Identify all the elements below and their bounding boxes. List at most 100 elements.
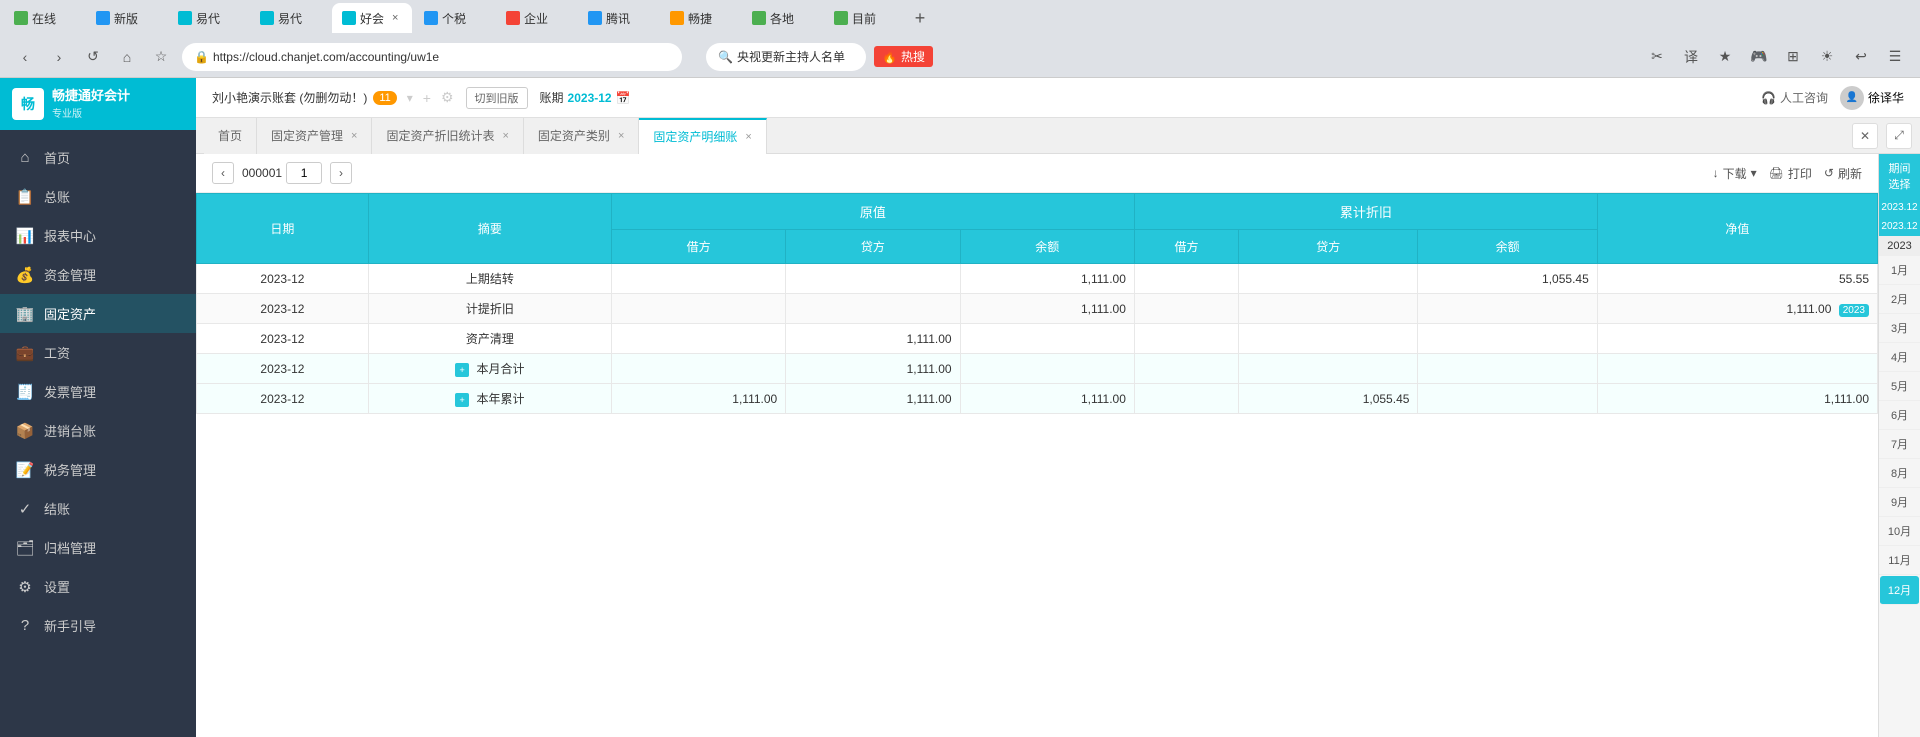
sidebar-item-archive[interactable]: 🗂 归档管理 bbox=[0, 528, 196, 567]
th-summary: 摘要 bbox=[368, 194, 611, 264]
game-icon[interactable]: 🎮 bbox=[1746, 44, 1772, 70]
page-number-display: 000001 bbox=[242, 162, 322, 184]
tab-asset-category[interactable]: 固定资产类别 × bbox=[524, 118, 639, 154]
tab-asset-detail-ledger[interactable]: 固定资产明细账 × bbox=[639, 118, 766, 154]
print-button[interactable]: 🖨 打印 bbox=[1769, 165, 1812, 182]
sidebar-item-invoice[interactable]: 🧾 发票管理 bbox=[0, 372, 196, 411]
browser-tab-1[interactable]: 在线 bbox=[4, 3, 84, 33]
browser-tab-4[interactable]: 易代 bbox=[250, 3, 330, 33]
sidebar-item-inventory[interactable]: 📦 进销台账 bbox=[0, 411, 196, 450]
tab-home[interactable]: 首页 bbox=[204, 118, 257, 154]
undo-icon[interactable]: ↩ bbox=[1848, 44, 1874, 70]
grid-icon[interactable]: ⊞ bbox=[1780, 44, 1806, 70]
service-button[interactable]: 🎧 人工咨询 bbox=[1761, 89, 1828, 106]
period-header-select: 选择 bbox=[1881, 176, 1918, 192]
browser-tab-close-5[interactable]: × bbox=[392, 12, 398, 24]
period-month-8[interactable]: 8月 bbox=[1879, 459, 1920, 488]
browser-tab-6[interactable]: 个税 bbox=[414, 3, 494, 33]
browser-tab-3[interactable]: 易代 bbox=[168, 3, 248, 33]
period-month-5[interactable]: 5月 bbox=[1879, 372, 1920, 401]
tab-favicon-9 bbox=[670, 11, 684, 25]
th-dep-credit: 贷方 bbox=[1239, 230, 1418, 264]
main-content: 刘小艳演示账套 (勿删勿动！) 11 ▾ + ⚙ 切到旧版 账期 2023-12… bbox=[196, 78, 1920, 737]
period-month-1[interactable]: 1月 bbox=[1879, 256, 1920, 285]
new-tab-button[interactable]: + bbox=[906, 4, 934, 32]
settings-small-icon[interactable]: ⚙ bbox=[441, 89, 454, 106]
sidebar-item-tax[interactable]: 📝 税务管理 bbox=[0, 450, 196, 489]
tab-depreciation-stats[interactable]: 固定资产折旧统计表 × bbox=[372, 118, 523, 154]
address-input[interactable]: 🔒 https://cloud.chanjet.com/accounting/u… bbox=[182, 43, 682, 71]
tab-favicon-7 bbox=[506, 11, 520, 25]
expand-content-button[interactable]: ⤢ bbox=[1886, 123, 1912, 149]
browser-tab-10[interactable]: 各地 bbox=[742, 3, 822, 33]
row5-summary-text: 本年累计 bbox=[477, 392, 525, 406]
period-date-2[interactable]: 2023.12 bbox=[1879, 217, 1920, 236]
period-month-2[interactable]: 2月 bbox=[1879, 285, 1920, 314]
row3-orig-debit bbox=[611, 324, 785, 354]
period-month-12[interactable]: 12月 bbox=[1880, 576, 1919, 605]
forward-button[interactable]: › bbox=[46, 44, 72, 70]
reload-button[interactable]: ↺ bbox=[80, 44, 106, 70]
sidebar-item-home[interactable]: ⌂ 首页 bbox=[0, 138, 196, 177]
home-button[interactable]: ⌂ bbox=[114, 44, 140, 70]
scissors-icon[interactable]: ✂ bbox=[1644, 44, 1670, 70]
download-icon: ↓ bbox=[1713, 166, 1719, 180]
period-month-6[interactable]: 6月 bbox=[1879, 401, 1920, 430]
sidebar-item-settings[interactable]: ⚙ 设置 bbox=[0, 567, 196, 606]
tab-close-asset-category[interactable]: × bbox=[618, 130, 624, 142]
page-input[interactable] bbox=[286, 162, 322, 184]
inventory-icon: 📦 bbox=[16, 422, 34, 440]
translate-icon[interactable]: 译 bbox=[1678, 44, 1704, 70]
row3-dep-credit bbox=[1239, 324, 1418, 354]
plus-icon[interactable]: + bbox=[423, 90, 431, 106]
sidebar-item-reports[interactable]: 📊 报表中心 bbox=[0, 216, 196, 255]
tab-favicon-1 bbox=[14, 11, 28, 25]
period-month-9[interactable]: 9月 bbox=[1879, 488, 1920, 517]
download-button[interactable]: ↓ 下载 ▾ bbox=[1713, 165, 1757, 182]
sidebar-item-payroll[interactable]: 💼 工资 bbox=[0, 333, 196, 372]
period-month-3[interactable]: 3月 bbox=[1879, 314, 1920, 343]
switch-version-button[interactable]: 切到旧版 bbox=[466, 87, 528, 109]
hot-search-btn[interactable]: 🔥 热搜 bbox=[874, 46, 933, 67]
brightness-icon[interactable]: ☀ bbox=[1814, 44, 1840, 70]
browser-tab-5[interactable]: 好会 × bbox=[332, 3, 412, 33]
row4-summary: + 本月合计 bbox=[368, 354, 611, 384]
prev-page-button[interactable]: ‹ bbox=[212, 162, 234, 184]
sidebar-item-fixed-assets[interactable]: 🏢 固定资产 bbox=[0, 294, 196, 333]
period-date-1[interactable]: 2023.12 bbox=[1879, 198, 1920, 217]
row2-summary-text: 计提折旧 bbox=[466, 302, 514, 316]
tab-label-1: 在线 bbox=[32, 10, 56, 27]
sidebar-item-guide[interactable]: ? 新手引导 bbox=[0, 606, 196, 645]
tab-fixed-assets-mgmt[interactable]: 固定资产管理 × bbox=[257, 118, 372, 154]
browser-tab-9[interactable]: 畅捷 bbox=[660, 3, 740, 33]
calendar-icon[interactable]: 📅 bbox=[616, 91, 631, 105]
next-page-button[interactable]: › bbox=[330, 162, 352, 184]
bookmark-button[interactable]: ☆ bbox=[148, 44, 174, 70]
browser-tab-7[interactable]: 企业 bbox=[496, 3, 576, 33]
period-month-4[interactable]: 4月 bbox=[1879, 343, 1920, 372]
close-all-tabs-button[interactable]: ✕ bbox=[1852, 123, 1878, 149]
back-button[interactable]: ‹ bbox=[12, 44, 38, 70]
period-month-7[interactable]: 7月 bbox=[1879, 430, 1920, 459]
period-month-10[interactable]: 10月 bbox=[1879, 517, 1920, 546]
browser-tab-8[interactable]: 腾讯 bbox=[578, 3, 658, 33]
sidebar-item-closing[interactable]: ✓ 结账 bbox=[0, 489, 196, 528]
tab-label-8: 腾讯 bbox=[606, 10, 630, 27]
tab-close-asset-detail-ledger[interactable]: × bbox=[745, 131, 751, 143]
period-month-11[interactable]: 11月 bbox=[1879, 546, 1920, 575]
star-icon[interactable]: ★ bbox=[1712, 44, 1738, 70]
sidebar-item-funds[interactable]: 💰 资金管理 bbox=[0, 255, 196, 294]
tab-close-depreciation-stats[interactable]: × bbox=[502, 130, 508, 142]
sidebar-item-general-ledger[interactable]: 📋 总账 bbox=[0, 177, 196, 216]
logo-text: 畅 bbox=[21, 94, 35, 114]
tab-depreciation-stats-label: 固定资产折旧统计表 bbox=[386, 127, 494, 144]
row3-dep-balance bbox=[1418, 324, 1597, 354]
refresh-button[interactable]: ↺ 刷新 bbox=[1824, 165, 1862, 182]
menu-icon[interactable]: ☰ bbox=[1882, 44, 1908, 70]
browser-tab-2[interactable]: 新版 bbox=[86, 3, 166, 33]
row5-orig-credit: 1,111.00 bbox=[786, 384, 960, 414]
browser-tab-11[interactable]: 目前 bbox=[824, 3, 904, 33]
refresh-icon: ↺ bbox=[1824, 166, 1834, 180]
tab-close-fixed-assets-mgmt[interactable]: × bbox=[351, 130, 357, 142]
search-box[interactable]: 🔍 央视更新主持人名单 bbox=[706, 43, 866, 71]
